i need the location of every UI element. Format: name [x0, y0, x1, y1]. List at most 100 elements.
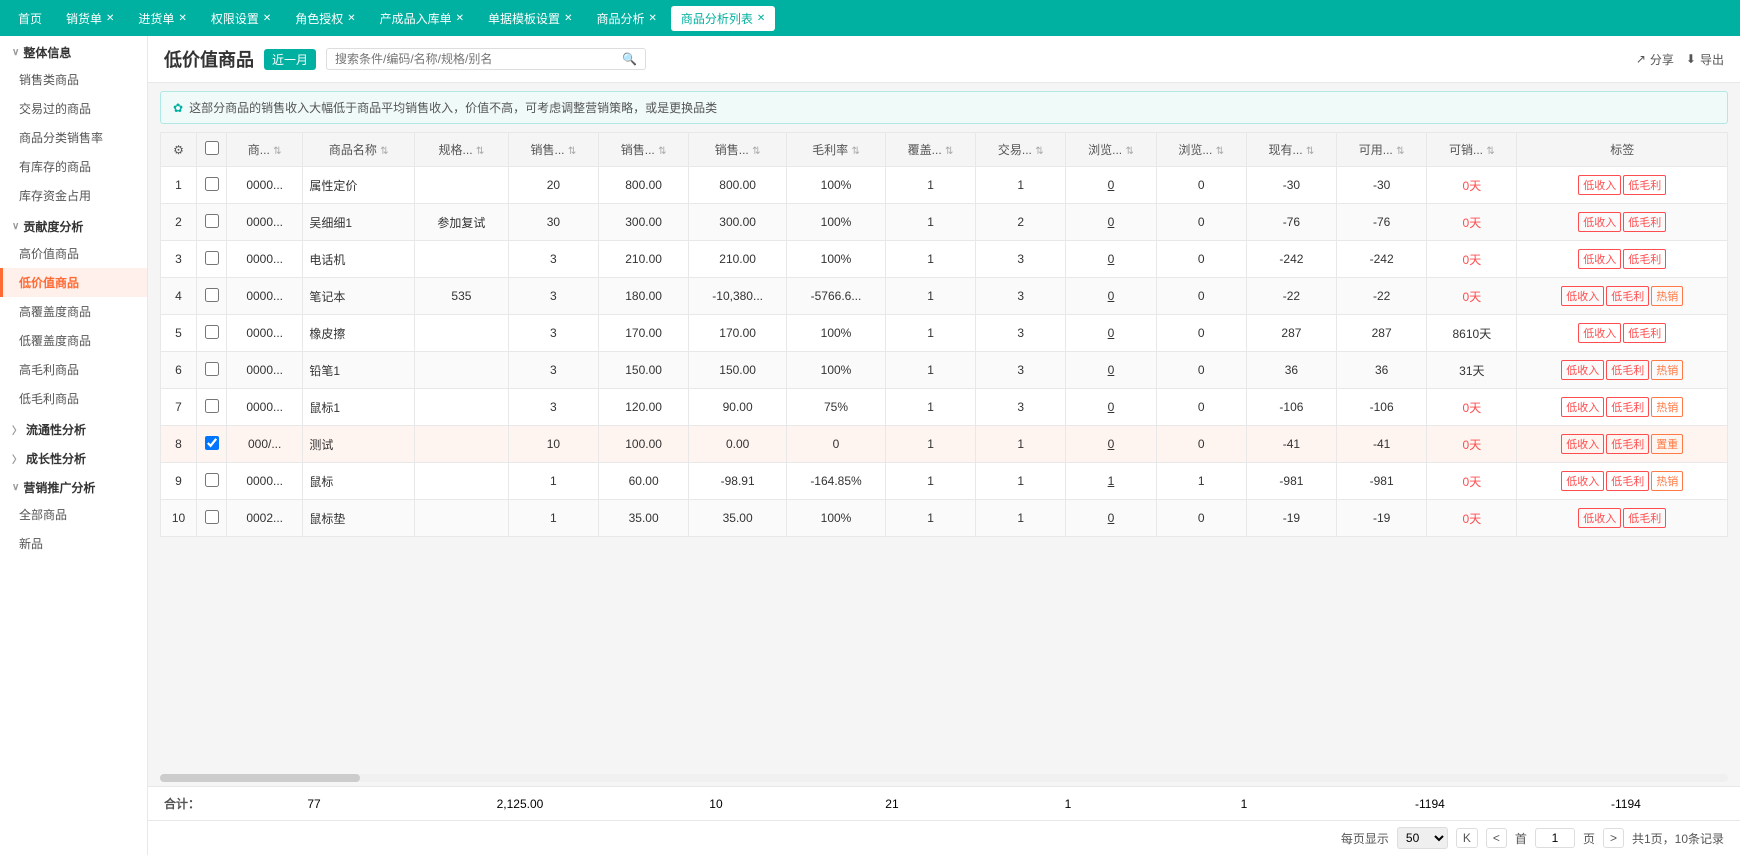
sidebar-item-inventory-goods[interactable]: 有库存的商品 [0, 152, 147, 181]
row-checkbox[interactable] [205, 473, 219, 487]
sidebar-item-high-coverage[interactable]: 高覆盖度商品 [0, 297, 147, 326]
th-trade[interactable]: 交易... ⇅ [976, 133, 1066, 167]
browse1-link[interactable]: 0 [1108, 326, 1115, 340]
search-input[interactable] [335, 52, 616, 66]
cell-name: 笔记本 [303, 278, 415, 315]
export-button[interactable]: ⬇ 导出 [1686, 51, 1724, 68]
nav-analysis-list[interactable]: 商品分析列表 ✕ [671, 6, 775, 31]
cell-browse1[interactable]: 0 [1066, 500, 1156, 537]
browse1-link[interactable]: 0 [1108, 437, 1115, 451]
th-name[interactable]: 商品名称 ⇅ [303, 133, 415, 167]
nav-home[interactable]: 首页 [8, 6, 52, 31]
sidebar-item-high-value[interactable]: 高价值商品 [0, 239, 147, 268]
cell-browse1[interactable]: 0 [1066, 426, 1156, 463]
browse1-link[interactable]: 0 [1108, 178, 1115, 192]
nav-template[interactable]: 单据模板设置 ✕ [478, 6, 582, 31]
prev-page-button[interactable]: < [1486, 828, 1507, 848]
row-checkbox[interactable] [205, 325, 219, 339]
nav-close-sales[interactable]: ✕ [106, 13, 114, 24]
cell-qty: 10 [508, 426, 598, 463]
th-sale-qty[interactable]: 销售... ⇅ [508, 133, 598, 167]
cell-sale2: -98.91 [689, 463, 787, 500]
cell-browse1[interactable]: 0 [1066, 167, 1156, 204]
per-page-label: 每页显示 [1341, 830, 1389, 847]
collapse-growth-icon[interactable]: 〉 [12, 451, 22, 466]
sidebar-item-low-margin[interactable]: 低毛利商品 [0, 384, 147, 413]
sidebar-item-low-value[interactable]: 低价值商品 [0, 268, 147, 297]
nav-sales[interactable]: 销货单 ✕ [56, 6, 124, 31]
sidebar-item-all-goods[interactable]: 全部商品 [0, 500, 147, 529]
collapse-overall-icon[interactable]: ∨ [12, 47, 19, 58]
nav-analysis[interactable]: 商品分析 ✕ [586, 6, 666, 31]
cell-browse1[interactable]: 0 [1066, 352, 1156, 389]
th-sale-amount1[interactable]: 销售... ⇅ [599, 133, 689, 167]
browse1-link[interactable]: 0 [1108, 363, 1115, 377]
sidebar-item-high-margin[interactable]: 高毛利商品 [0, 355, 147, 384]
sidebar-item-traded-goods[interactable]: 交易过的商品 [0, 94, 147, 123]
cell-browse1[interactable]: 0 [1066, 315, 1156, 352]
first-page-button[interactable]: K [1456, 828, 1478, 848]
cell-browse1[interactable]: 0 [1066, 204, 1156, 241]
th-code[interactable]: 商... ⇅ [227, 133, 303, 167]
per-page-select[interactable]: 50 100 200 [1397, 827, 1448, 849]
sidebar-item-low-coverage[interactable]: 低覆盖度商品 [0, 326, 147, 355]
cell-browse1[interactable]: 0 [1066, 278, 1156, 315]
collapse-marketing-icon[interactable]: ∨ [12, 482, 19, 493]
horizontal-scrollbar[interactable] [160, 774, 1728, 782]
row-checkbox[interactable] [205, 251, 219, 265]
scroll-thumb[interactable] [160, 774, 360, 782]
settings-icon[interactable]: ⚙ [173, 143, 184, 157]
share-button[interactable]: ↗ 分享 [1636, 51, 1674, 68]
th-profit-rate[interactable]: 毛利率 ⇅ [787, 133, 886, 167]
nav-role[interactable]: 角色授权 ✕ [285, 6, 365, 31]
next-page-button[interactable]: > [1603, 828, 1624, 848]
th-spec[interactable]: 规格... ⇅ [415, 133, 509, 167]
nav-permission[interactable]: 权限设置 ✕ [201, 6, 281, 31]
time-badge[interactable]: 近一月 [264, 49, 316, 70]
nav-close-warehouse[interactable]: ✕ [456, 13, 464, 24]
nav-close-analysis[interactable]: ✕ [648, 13, 656, 24]
nav-close-purchase[interactable]: ✕ [178, 13, 186, 24]
cell-sale2: 0.00 [689, 426, 787, 463]
row-checkbox[interactable] [205, 436, 219, 450]
row-checkbox[interactable] [205, 362, 219, 376]
collapse-liquidity-icon[interactable]: 〉 [12, 422, 22, 437]
collapse-contribution-icon[interactable]: ∨ [12, 221, 19, 232]
browse1-link[interactable]: 0 [1108, 215, 1115, 229]
browse1-link[interactable]: 0 [1108, 252, 1115, 266]
page-number-input[interactable] [1535, 828, 1575, 848]
cell-browse1[interactable]: 0 [1066, 389, 1156, 426]
row-checkbox[interactable] [205, 177, 219, 191]
nav-warehouse[interactable]: 产成品入库单 ✕ [370, 6, 474, 31]
select-all-checkbox[interactable] [205, 141, 219, 155]
th-available[interactable]: 可用... ⇅ [1337, 133, 1427, 167]
browse1-link[interactable]: 0 [1108, 400, 1115, 414]
th-sellable[interactable]: 可销... ⇅ [1427, 133, 1517, 167]
row-checkbox[interactable] [205, 288, 219, 302]
search-icon[interactable]: 🔍 [622, 52, 637, 66]
th-current[interactable]: 现有... ⇅ [1246, 133, 1336, 167]
table-wrapper[interactable]: ⚙ 商... ⇅ 商品名称 ⇅ 规格... ⇅ 销售... ⇅ 销售... ⇅ … [148, 132, 1740, 770]
th-browse1[interactable]: 浏览... ⇅ [1066, 133, 1156, 167]
nav-close-permission[interactable]: ✕ [263, 13, 271, 24]
browse1-link[interactable]: 1 [1108, 474, 1115, 488]
th-sale-amount2[interactable]: 销售... ⇅ [689, 133, 787, 167]
row-checkbox[interactable] [205, 399, 219, 413]
nav-purchase[interactable]: 进货单 ✕ [128, 6, 196, 31]
nav-close-template[interactable]: ✕ [564, 13, 572, 24]
cell-browse1[interactable]: 0 [1066, 241, 1156, 278]
th-settings[interactable]: ⚙ [161, 133, 197, 167]
sidebar-item-category-rate[interactable]: 商品分类销售率 [0, 123, 147, 152]
sidebar-item-sales-goods[interactable]: 销售类商品 [0, 65, 147, 94]
row-checkbox[interactable] [205, 214, 219, 228]
browse1-link[interactable]: 0 [1108, 511, 1115, 525]
th-coverage[interactable]: 覆盖... ⇅ [885, 133, 975, 167]
browse1-link[interactable]: 0 [1108, 289, 1115, 303]
nav-close-analysis-list[interactable]: ✕ [757, 13, 765, 24]
nav-close-role[interactable]: ✕ [347, 13, 355, 24]
row-checkbox[interactable] [205, 510, 219, 524]
sidebar-item-capital[interactable]: 库存资金占用 [0, 181, 147, 210]
cell-browse1[interactable]: 1 [1066, 463, 1156, 500]
sidebar-item-new-goods[interactable]: 新品 [0, 529, 147, 558]
th-browse2[interactable]: 浏览... ⇅ [1156, 133, 1246, 167]
